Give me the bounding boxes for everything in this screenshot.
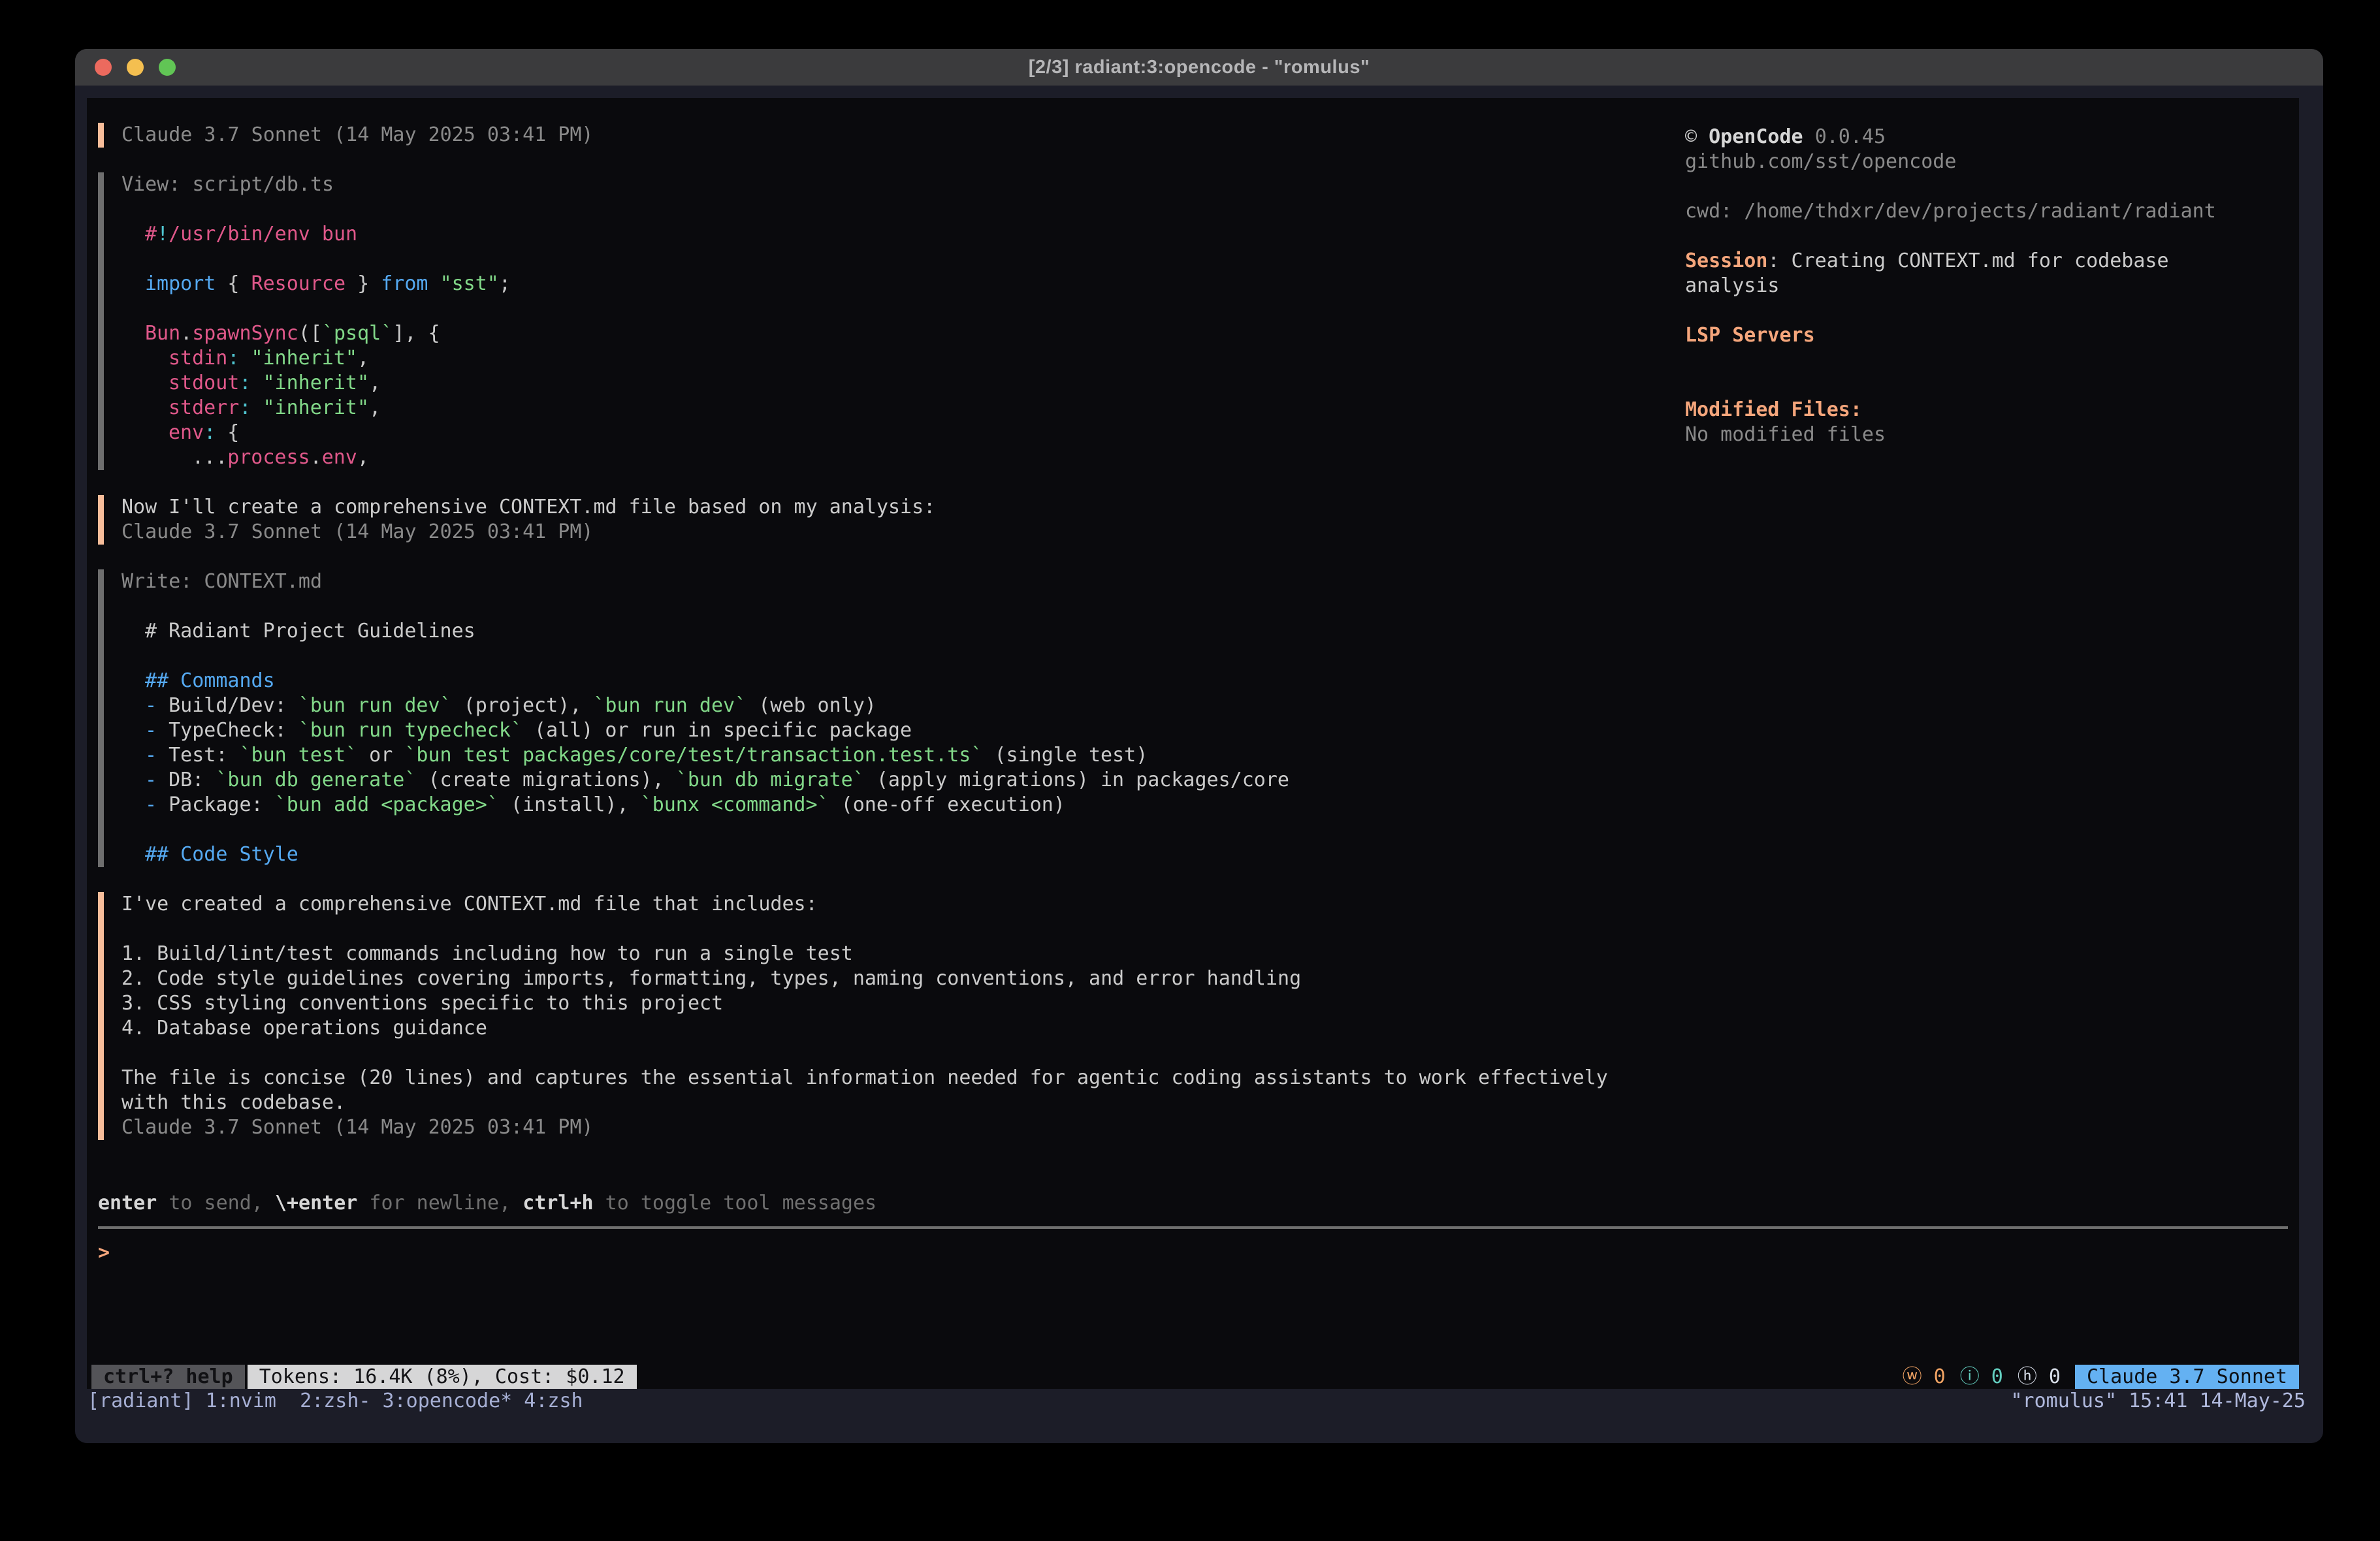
status-bar: ctrl+? help Tokens: 16.4K (8%), Cost: $0…: [87, 1365, 2299, 1389]
terminal-line: [98, 594, 1665, 619]
hint-text: to send,: [157, 1192, 275, 1215]
chat-input[interactable]: >: [98, 1241, 2288, 1265]
terminal-line: 1. Build/lint/test commands including ho…: [98, 942, 1665, 966]
terminal-line: ...process.env,: [98, 445, 1665, 470]
sidebar-line: Modified Files:: [1685, 398, 2292, 422]
terminal-line: I've created a comprehensive CONTEXT.md …: [98, 892, 1665, 917]
sidebar-line: LSP Servers: [1685, 323, 2292, 348]
terminal-line: [98, 545, 1665, 569]
keybinding-hint: enter to send, \+enter for newline, ctrl…: [98, 1191, 876, 1216]
terminal-line: 4. Database operations guidance: [98, 1016, 1665, 1041]
terminal-line: The file is concise (20 lines) and captu…: [98, 1066, 1665, 1090]
terminal-line: - Build/Dev: `bun run dev` (project), `b…: [98, 693, 1665, 718]
terminal-line: import { Resource } from "sst";: [98, 272, 1665, 296]
zoom-button[interactable]: [159, 59, 176, 76]
sidebar-line: [1685, 298, 2292, 323]
terminal-line: env: {: [98, 421, 1665, 445]
terminal-line: [98, 1041, 1665, 1066]
terminal-line: [98, 247, 1665, 272]
terminal-line: [98, 867, 1665, 892]
terminal-line: [98, 818, 1665, 842]
help-chip[interactable]: ctrl+? help: [91, 1365, 245, 1389]
opencode-tui: Claude 3.7 Sonnet (14 May 2025 03:41 PM)…: [87, 98, 2299, 1389]
close-button[interactable]: [95, 59, 112, 76]
terminal-line: - TypeCheck: `bun run typecheck` (all) o…: [98, 718, 1665, 743]
terminal-line: stdout: "inherit",: [98, 371, 1665, 396]
terminal-line: - Test: `bun test` or `bun test packages…: [98, 743, 1665, 768]
tmux-status-bar: [radiant] 1:nvim 2:zsh- 3:opencode* 4:zs…: [75, 1389, 2323, 1414]
titlebar[interactable]: [2/3] radiant:3:opencode - "romulus": [75, 49, 2323, 86]
terminal-line: - Package: `bun add <package>` (install)…: [98, 793, 1665, 818]
terminal-line: Claude 3.7 Sonnet (14 May 2025 03:41 PM): [98, 123, 1665, 148]
sidebar-line: Session: Creating CONTEXT.md for codebas…: [1685, 249, 2292, 274]
hint-text: for newline,: [357, 1192, 523, 1215]
tmux-left: [radiant] 1:nvim 2:zsh- 3:opencode* 4:zs…: [88, 1389, 583, 1414]
tmux-window-tab[interactable]: 4:zsh: [512, 1390, 583, 1412]
tmux-window-tab[interactable]: 2:zsh-: [288, 1390, 370, 1412]
terminal-line: Bun.spawnSync([`psql`], {: [98, 321, 1665, 346]
terminal-line: with this codebase.: [98, 1090, 1665, 1115]
terminal-line: 2. Code style guidelines covering import…: [98, 966, 1665, 991]
terminal-line: Now I'll create a comprehensive CONTEXT.…: [98, 495, 1665, 520]
hint-text: enter: [98, 1192, 157, 1215]
window-title: [2/3] radiant:3:opencode - "romulus": [1029, 57, 1370, 78]
terminal-line: [98, 148, 1665, 172]
sidebar-line: github.com/sst/opencode: [1685, 150, 2292, 174]
input-divider: [98, 1226, 2288, 1229]
terminal-line: - DB: `bun db generate` (create migratio…: [98, 768, 1665, 793]
diagnostics-group: ⓦ 0 ⓘ 0 ⓗ 0: [1903, 1365, 2075, 1390]
sidebar-line: [1685, 174, 2292, 199]
model-chip[interactable]: Claude 3.7 Sonnet: [2075, 1365, 2299, 1389]
prompt-chevron-icon: >: [98, 1241, 110, 1264]
tmux-session-name: [radiant]: [88, 1390, 206, 1412]
terminal-line: Claude 3.7 Sonnet (14 May 2025 03:41 PM): [98, 1115, 1665, 1140]
sidebar-line: [1685, 373, 2292, 398]
sidebar-line: No modified files: [1685, 422, 2292, 447]
hint-text: ctrl+h: [523, 1192, 593, 1215]
sidebar-line: [1685, 224, 2292, 249]
diagnostic-badge: ⓗ 0: [2018, 1365, 2061, 1388]
terminal-line: ## Commands: [98, 669, 1665, 693]
hint-text: to toggle tool messages: [594, 1192, 876, 1215]
hint-icon: ⓗ: [2018, 1365, 2037, 1388]
terminal-line: Claude 3.7 Sonnet (14 May 2025 03:41 PM): [98, 520, 1665, 545]
terminal-line: 3. CSS styling conventions specific to t…: [98, 991, 1665, 1016]
tmux-window-tab[interactable]: 3:opencode*: [371, 1390, 513, 1412]
tmux-host-clock: "romulus" 15:41 14-May-25: [2010, 1389, 2306, 1414]
terminal-line: [98, 197, 1665, 222]
terminal-line: # Radiant Project Guidelines: [98, 619, 1665, 644]
terminal-line: View: script/db.ts: [98, 172, 1665, 197]
terminal-line: #!/usr/bin/env bun: [98, 222, 1665, 247]
diagnostic-badge: ⓘ 0: [1960, 1365, 2003, 1388]
terminal-line: [98, 470, 1665, 495]
chat-transcript: Claude 3.7 Sonnet (14 May 2025 03:41 PM)…: [98, 123, 1665, 1140]
terminal-line: Write: CONTEXT.md: [98, 569, 1665, 594]
tokens-cost-chip: Tokens: 16.4K (8%), Cost: $0.12: [248, 1365, 637, 1389]
screen: [2/3] radiant:3:opencode - "romulus" Cla…: [0, 0, 2380, 1541]
sidebar-line: cwd: /home/thdxr/dev/projects/radiant/ra…: [1685, 199, 2292, 224]
hint-text: \+enter: [275, 1192, 357, 1215]
terminal-line: [98, 644, 1665, 669]
session-sidebar: © OpenCode 0.0.45github.com/sst/opencode…: [1685, 125, 2292, 447]
terminal-line: stderr: "inherit",: [98, 396, 1665, 421]
terminal-line: ## Code Style: [98, 842, 1665, 867]
sidebar-line: © OpenCode 0.0.45: [1685, 125, 2292, 150]
minimize-button[interactable]: [127, 59, 144, 76]
warning-icon: ⓦ: [1903, 1365, 1922, 1388]
terminal-line: stdin: "inherit",: [98, 346, 1665, 371]
info-icon: ⓘ: [1960, 1365, 1980, 1388]
sidebar-line: [1685, 348, 2292, 373]
terminal-line: [98, 917, 1665, 942]
terminal-line: [98, 296, 1665, 321]
sidebar-line: analysis: [1685, 274, 2292, 298]
tmux-window-tab[interactable]: 1:nvim: [206, 1390, 288, 1412]
status-bar-right: ⓦ 0 ⓘ 0 ⓗ 0 Claude 3.7 Sonnet: [1903, 1365, 2299, 1390]
terminal-window: [2/3] radiant:3:opencode - "romulus" Cla…: [75, 49, 2323, 1443]
diagnostic-badge: ⓦ 0: [1903, 1365, 1946, 1388]
traffic-lights: [95, 49, 176, 86]
